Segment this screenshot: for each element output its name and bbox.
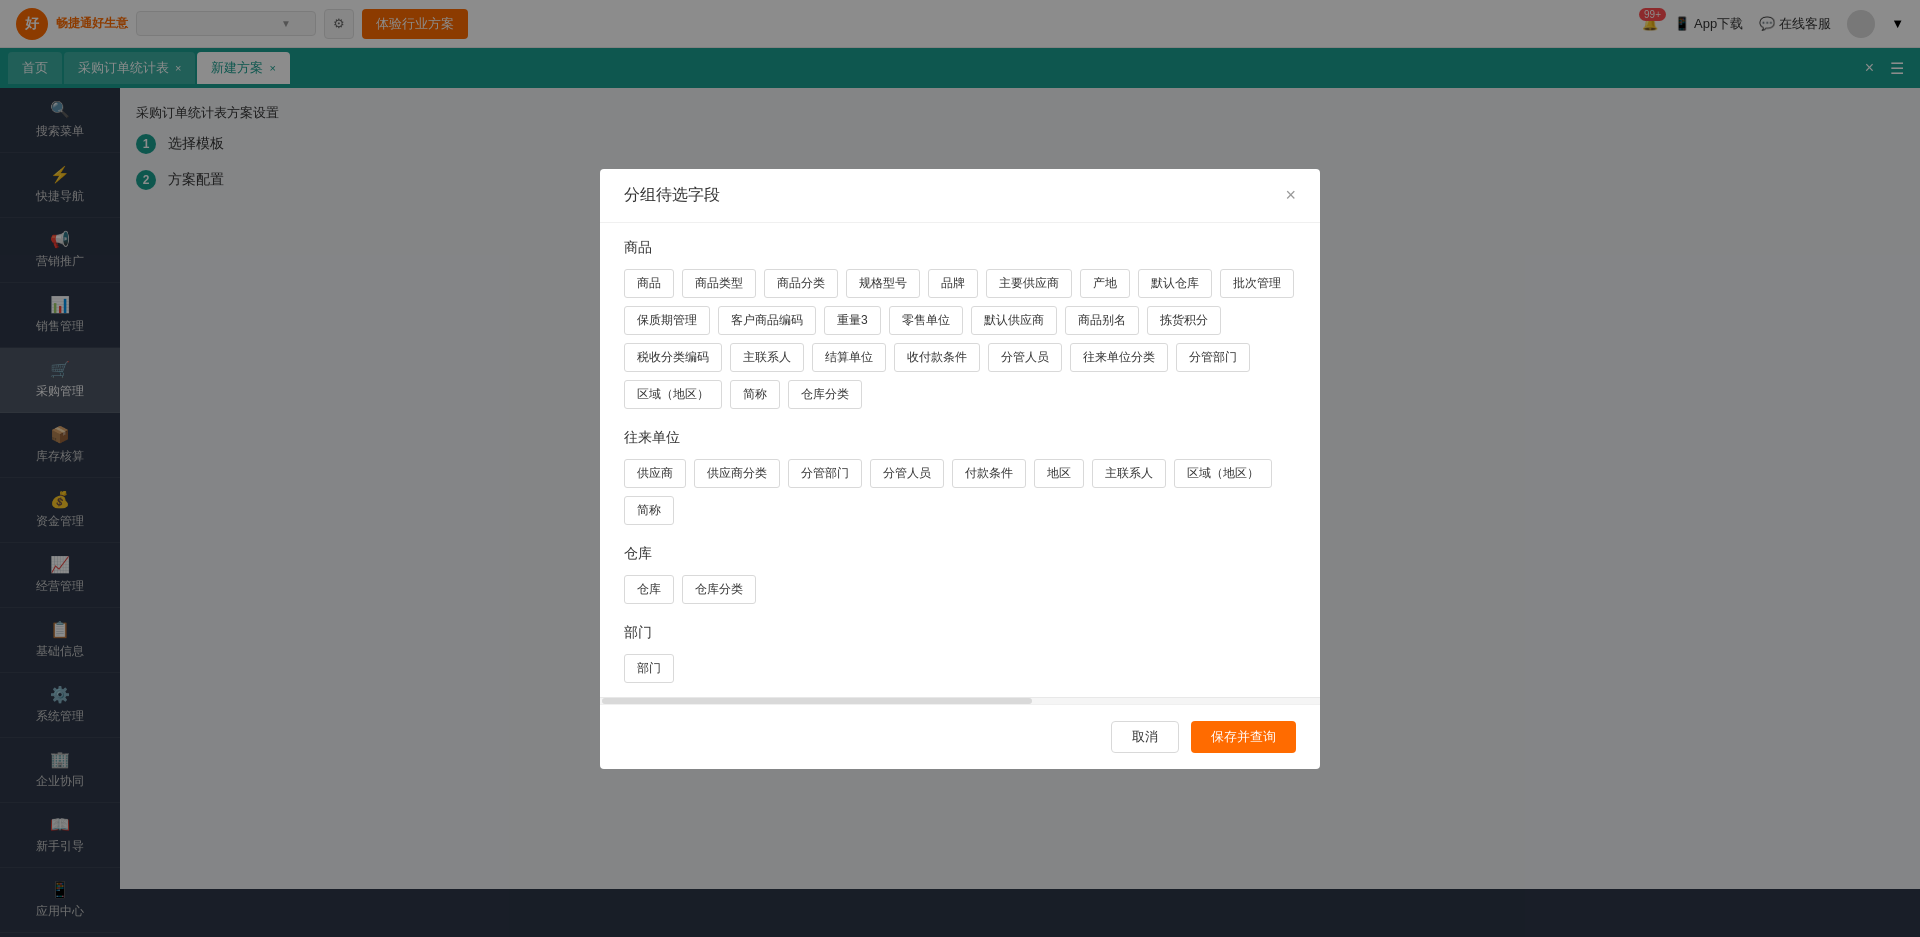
- section-warehouse: 仓库 仓库 仓库分类: [624, 545, 1296, 604]
- section-department: 部门 部门: [624, 624, 1296, 683]
- field-tag-spec-model[interactable]: 规格型号: [846, 269, 920, 298]
- section-product-title: 商品: [624, 239, 1296, 257]
- field-tag-region[interactable]: 区域（地区）: [624, 380, 722, 409]
- field-tag-partner-category[interactable]: 往来单位分类: [1070, 343, 1168, 372]
- field-tag-weight3[interactable]: 重量3: [824, 306, 881, 335]
- field-tag-settlement-unit[interactable]: 结算单位: [812, 343, 886, 372]
- field-tag-customer-code[interactable]: 客户商品编码: [718, 306, 816, 335]
- modal-header: 分组待选字段 ×: [600, 169, 1320, 223]
- field-tag-retail-unit[interactable]: 零售单位: [889, 306, 963, 335]
- field-tag-product[interactable]: 商品: [624, 269, 674, 298]
- modal-horizontal-scrollbar[interactable]: [600, 697, 1320, 704]
- field-tag-region2[interactable]: 区域（地区）: [1174, 459, 1272, 488]
- field-tag-main-contact[interactable]: 主联系人: [730, 343, 804, 372]
- section-warehouse-tags: 仓库 仓库分类: [624, 575, 1296, 604]
- modal-cancel-button[interactable]: 取消: [1111, 721, 1179, 753]
- section-partner-tags: 供应商 供应商分类 分管部门 分管人员 付款条件 地区 主联系人 区域（地区） …: [624, 459, 1296, 525]
- field-tag-abbr[interactable]: 简称: [730, 380, 780, 409]
- field-tag-warehouse-category[interactable]: 仓库分类: [788, 380, 862, 409]
- field-tag-area[interactable]: 地区: [1034, 459, 1084, 488]
- modal-body: 商品 商品 商品类型 商品分类 规格型号 品牌 主要供应商 产地 默认仓库 批次…: [600, 223, 1320, 697]
- field-tag-dept[interactable]: 分管部门: [788, 459, 862, 488]
- field-tag-default-supplier[interactable]: 默认供应商: [971, 306, 1057, 335]
- field-tag-dept-person[interactable]: 分管人员: [870, 459, 944, 488]
- modal-confirm-button[interactable]: 保存并查询: [1191, 721, 1296, 753]
- modal: 分组待选字段 × 商品 商品 商品类型 商品分类 规格型号 品牌 主要供应商 产…: [600, 169, 1320, 769]
- section-department-tags: 部门: [624, 654, 1296, 683]
- field-tag-pick-score[interactable]: 拣货积分: [1147, 306, 1221, 335]
- field-tag-manager[interactable]: 分管人员: [988, 343, 1062, 372]
- field-tag-warehouse[interactable]: 仓库: [624, 575, 674, 604]
- field-tag-managing-dept[interactable]: 分管部门: [1176, 343, 1250, 372]
- field-tag-brand[interactable]: 品牌: [928, 269, 978, 298]
- field-tag-supplier[interactable]: 供应商: [624, 459, 686, 488]
- section-partner: 往来单位 供应商 供应商分类 分管部门 分管人员 付款条件 地区 主联系人 区域…: [624, 429, 1296, 525]
- section-product: 商品 商品 商品类型 商品分类 规格型号 品牌 主要供应商 产地 默认仓库 批次…: [624, 239, 1296, 409]
- field-tag-main-supplier[interactable]: 主要供应商: [986, 269, 1072, 298]
- field-tag-main-contact2[interactable]: 主联系人: [1092, 459, 1166, 488]
- field-tag-supplier-category[interactable]: 供应商分类: [694, 459, 780, 488]
- field-tag-expiry-mgmt[interactable]: 保质期管理: [624, 306, 710, 335]
- field-tag-abbr2[interactable]: 简称: [624, 496, 674, 525]
- section-product-tags: 商品 商品类型 商品分类 规格型号 品牌 主要供应商 产地 默认仓库 批次管理 …: [624, 269, 1296, 409]
- modal-footer: 取消 保存并查询: [600, 704, 1320, 769]
- modal-close-button[interactable]: ×: [1285, 185, 1296, 206]
- field-tag-tax-code[interactable]: 税收分类编码: [624, 343, 722, 372]
- field-tag-default-warehouse[interactable]: 默认仓库: [1138, 269, 1212, 298]
- field-tag-product-category[interactable]: 商品分类: [764, 269, 838, 298]
- field-tag-origin[interactable]: 产地: [1080, 269, 1130, 298]
- field-tag-department[interactable]: 部门: [624, 654, 674, 683]
- section-warehouse-title: 仓库: [624, 545, 1296, 563]
- field-tag-payment-terms[interactable]: 收付款条件: [894, 343, 980, 372]
- field-tag-product-type[interactable]: 商品类型: [682, 269, 756, 298]
- field-tag-warehouse-cat[interactable]: 仓库分类: [682, 575, 756, 604]
- section-department-title: 部门: [624, 624, 1296, 642]
- section-partner-title: 往来单位: [624, 429, 1296, 447]
- field-tag-product-alias[interactable]: 商品别名: [1065, 306, 1139, 335]
- field-tag-batch-mgmt[interactable]: 批次管理: [1220, 269, 1294, 298]
- modal-title: 分组待选字段: [624, 185, 720, 206]
- field-tag-payment-cond[interactable]: 付款条件: [952, 459, 1026, 488]
- modal-overlay: 分组待选字段 × 商品 商品 商品类型 商品分类 规格型号 品牌 主要供应商 产…: [0, 0, 1920, 937]
